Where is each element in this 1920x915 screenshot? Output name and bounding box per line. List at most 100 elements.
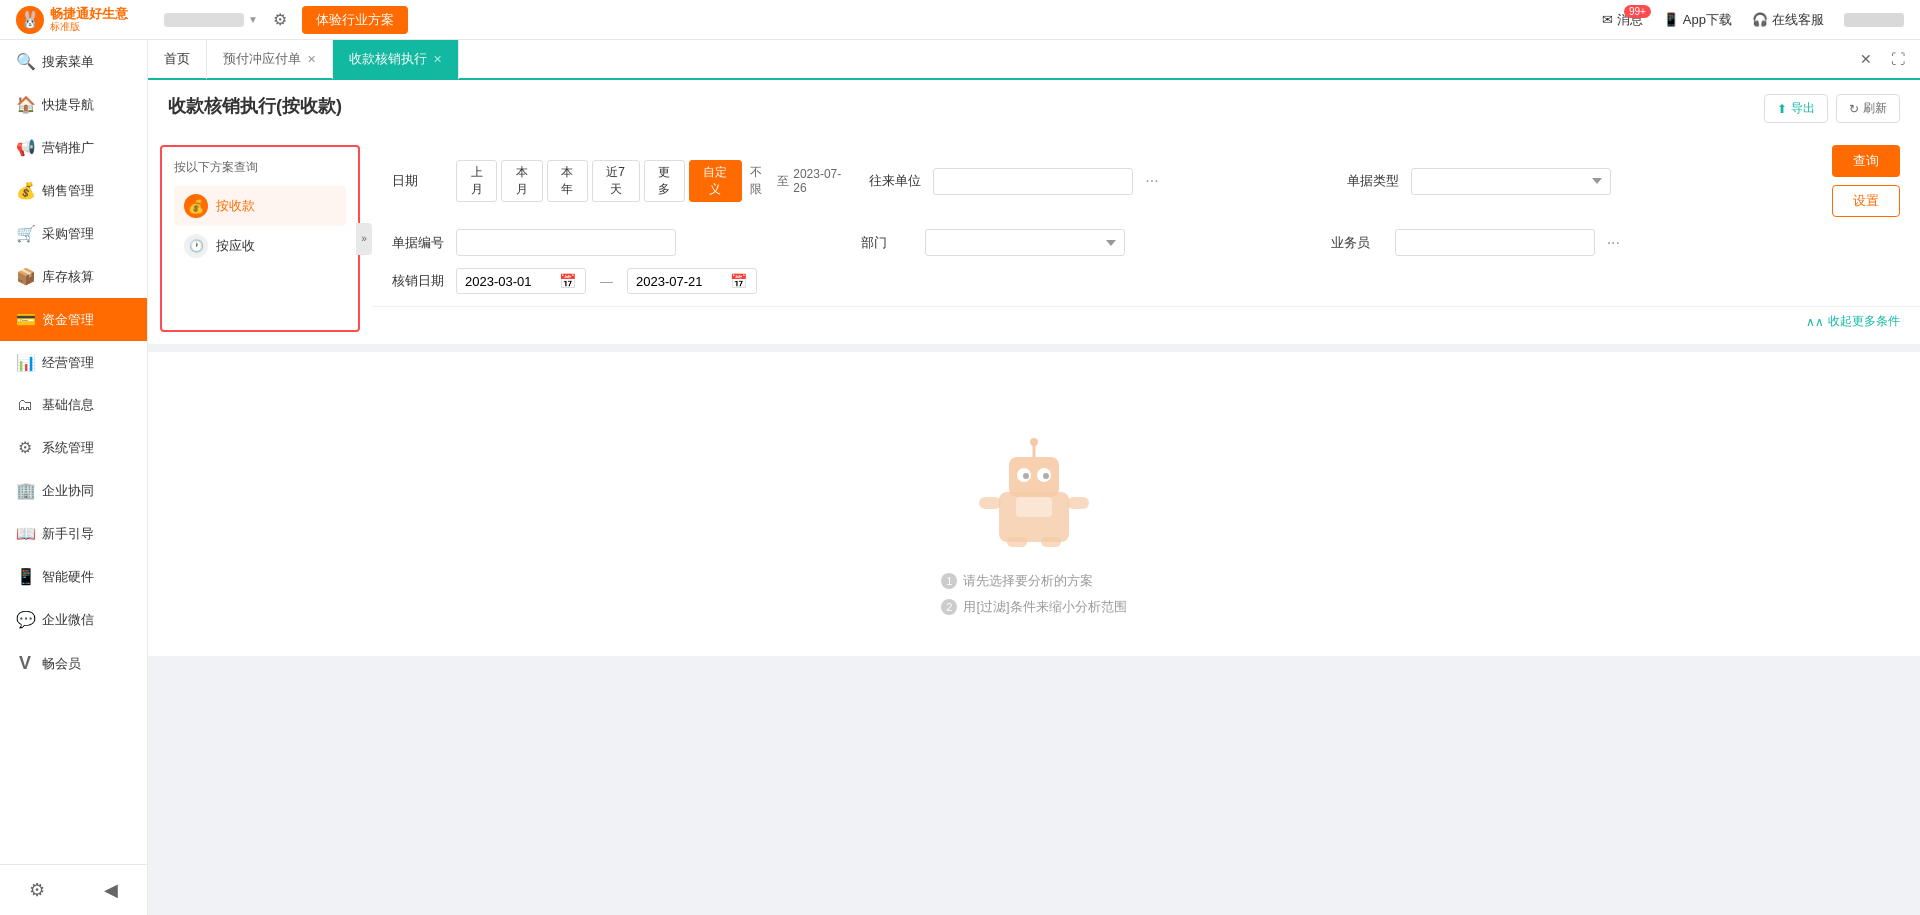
sidebar-item-marketing[interactable]: 📢 营销推广: [0, 126, 147, 169]
date-btn-lastmonth[interactable]: 上月: [456, 160, 497, 202]
basicinfo-icon: 🗂: [16, 396, 34, 414]
sidebar-item-sales[interactable]: 💰 销售管理: [0, 169, 147, 212]
date-btn-thismonth[interactable]: 本月: [501, 160, 542, 202]
tab-expand-button[interactable]: ⛶: [1884, 45, 1912, 73]
svg-point-4: [1023, 473, 1029, 479]
export-button[interactable]: ⬆ 导出: [1764, 94, 1828, 123]
tab-close-all-button[interactable]: ✕: [1852, 45, 1880, 73]
refresh-button[interactable]: ↻ 刷新: [1836, 94, 1900, 123]
sidebar-item-guide[interactable]: 📖 新手引导: [0, 512, 147, 555]
member-icon: V: [16, 653, 34, 674]
partner-dots-icon[interactable]: ···: [1141, 172, 1162, 190]
sidebar-label-smarthw: 智能硬件: [42, 568, 94, 586]
home-icon: 🏠: [16, 95, 34, 114]
tab-prepay[interactable]: 预付冲应付单 ✕: [207, 40, 333, 79]
tab-collection[interactable]: 收款核销执行 ✕: [333, 40, 459, 79]
collapse-more-button[interactable]: ∧∧ 收起更多条件: [1806, 313, 1900, 330]
sidebar-item-purchase[interactable]: 🛒 采购管理: [0, 212, 147, 255]
dept-select[interactable]: [925, 229, 1125, 256]
sidebar-item-smarthw[interactable]: 📱 智能硬件: [0, 555, 147, 598]
user-avatar[interactable]: [1844, 13, 1904, 27]
sidebar-item-quicknav[interactable]: 🏠 快捷导航: [0, 83, 147, 126]
staff-dots-icon[interactable]: ···: [1603, 234, 1624, 252]
sidebar-label-quicknav: 快捷导航: [42, 96, 94, 114]
date-btn-custom[interactable]: 自定义: [689, 160, 742, 202]
calendar-start-icon[interactable]: 📅: [559, 273, 576, 289]
system-icon: ⚙: [16, 438, 34, 457]
sidebar-item-operation[interactable]: 📊 经营管理: [0, 341, 147, 384]
verify-date-end-input[interactable]: [636, 274, 724, 289]
sidebar-label-purchase: 采购管理: [42, 225, 94, 243]
app-logo: 🐰 畅捷通好生意 标准版: [16, 6, 156, 34]
app-download-button[interactable]: 📱 App下载: [1663, 11, 1732, 29]
filter-option-receipt[interactable]: 💰 按收款: [174, 186, 346, 226]
message-button[interactable]: ✉ 消息 99+: [1602, 11, 1643, 29]
tab-home[interactable]: 首页: [148, 40, 207, 79]
verify-date-end-wrap: 📅: [627, 268, 757, 294]
doctype-select[interactable]: [1411, 168, 1611, 195]
sidebar-item-enterprise[interactable]: 🏢 企业协同: [0, 469, 147, 512]
date-buttons: 上月 本月 本年 近7天 更多 自定义: [456, 160, 742, 202]
partner-input[interactable]: [933, 168, 1133, 195]
verify-date-start-input[interactable]: [465, 274, 553, 289]
query-button[interactable]: 查询: [1832, 145, 1900, 177]
page-title: 收款核销执行(按收款): [168, 94, 342, 118]
tabbar-actions: ✕ ⛶: [1852, 45, 1920, 73]
filter-row-2: 单据编号 部门 业务员: [392, 229, 1900, 256]
svg-rect-11: [1041, 537, 1061, 547]
sidebar-collapse-icon[interactable]: ◀: [98, 873, 124, 907]
receipt-icon: 💰: [184, 194, 208, 218]
tab-collection-close[interactable]: ✕: [433, 53, 442, 66]
collapse-more-label: 收起更多条件: [1828, 313, 1900, 330]
filter-selector: 按以下方案查询 💰 按收款 🕐 按应收 »: [160, 145, 360, 332]
sidebar-label-sales: 销售管理: [42, 182, 94, 200]
query-buttons-group: 查询 设置: [1832, 145, 1900, 217]
solution-button[interactable]: 体验行业方案: [302, 6, 408, 34]
filter-row-1: 日期 上月 本月 本年 近7天 更多 自定义: [392, 145, 1900, 217]
sidebar-label-basicinfo: 基础信息: [42, 396, 94, 414]
sidebar-label-member: 畅会员: [42, 655, 81, 673]
online-service-button[interactable]: 🎧 在线客服: [1752, 11, 1824, 29]
sidebar-item-system[interactable]: ⚙ 系统管理: [0, 426, 147, 469]
date-btn-7days[interactable]: 近7天: [592, 160, 640, 202]
layout: 🔍 搜索菜单 🏠 快捷导航 📢 营销推广 💰 销售管理 🛒 采购管理 📦 库存核…: [0, 40, 1920, 915]
empty-tip-1: 1 请先选择要分析的方案: [941, 572, 1126, 590]
company-selector[interactable]: ▼: [164, 13, 258, 27]
filter-form: 日期 上月 本月 本年 近7天 更多 自定义: [372, 133, 1920, 306]
filter-field-date: 日期 上月 本月 本年 近7天 更多 自定义: [392, 160, 853, 202]
tab-prepay-close[interactable]: ✕: [307, 53, 316, 66]
settings-icon[interactable]: ⚙: [266, 6, 294, 34]
empty-tips: 1 请先选择要分析的方案 2 用[过滤]条件来缩小分析范围: [941, 572, 1126, 616]
date-btn-more[interactable]: 更多: [644, 160, 685, 202]
sidebar-item-finance[interactable]: 💳 资金管理: [0, 298, 147, 341]
refresh-label: 刷新: [1863, 100, 1887, 117]
settings-button[interactable]: 设置: [1832, 185, 1900, 217]
sidebar-label-wechat: 企业微信: [42, 611, 94, 629]
sidebar-settings-icon[interactable]: ⚙: [23, 873, 51, 907]
verify-date-start-wrap: 📅: [456, 268, 586, 294]
staff-input[interactable]: [1395, 229, 1595, 256]
export-icon: ⬆: [1777, 102, 1787, 116]
date-range-display: 不限 至 2023-07-26: [750, 164, 854, 198]
chevron-up-icon: ∧∧: [1806, 315, 1824, 329]
docno-input[interactable]: [456, 229, 676, 256]
selector-collapse-button[interactable]: »: [356, 223, 372, 255]
filter-option-receipt-label: 按收款: [216, 197, 255, 215]
guide-icon: 📖: [16, 524, 34, 543]
topbar: 🐰 畅捷通好生意 标准版 ▼ ⚙ 体验行业方案 ✉ 消息 99+ 📱 App下载…: [0, 0, 1920, 40]
sidebar-item-search[interactable]: 🔍 搜索菜单: [0, 40, 147, 83]
sidebar-label-enterprise: 企业协同: [42, 482, 94, 500]
sidebar-item-inventory[interactable]: 📦 库存核算: [0, 255, 147, 298]
sidebar-label-marketing: 营销推广: [42, 139, 94, 157]
tab-collection-label: 收款核销执行: [349, 50, 427, 68]
sidebar-item-member[interactable]: V 畅会员: [0, 641, 147, 686]
logo-icon: 🐰: [16, 6, 44, 34]
filter-option-receivable[interactable]: 🕐 按应收: [174, 226, 346, 266]
filter-field-dept: 部门: [861, 229, 1314, 256]
purchase-icon: 🛒: [16, 224, 34, 243]
sidebar-item-wechat[interactable]: 💬 企业微信: [0, 598, 147, 641]
sidebar-item-basicinfo[interactable]: 🗂 基础信息: [0, 384, 147, 426]
date-btn-thisyear[interactable]: 本年: [547, 160, 588, 202]
calendar-end-icon[interactable]: 📅: [730, 273, 747, 289]
wechat-icon: 💬: [16, 610, 34, 629]
